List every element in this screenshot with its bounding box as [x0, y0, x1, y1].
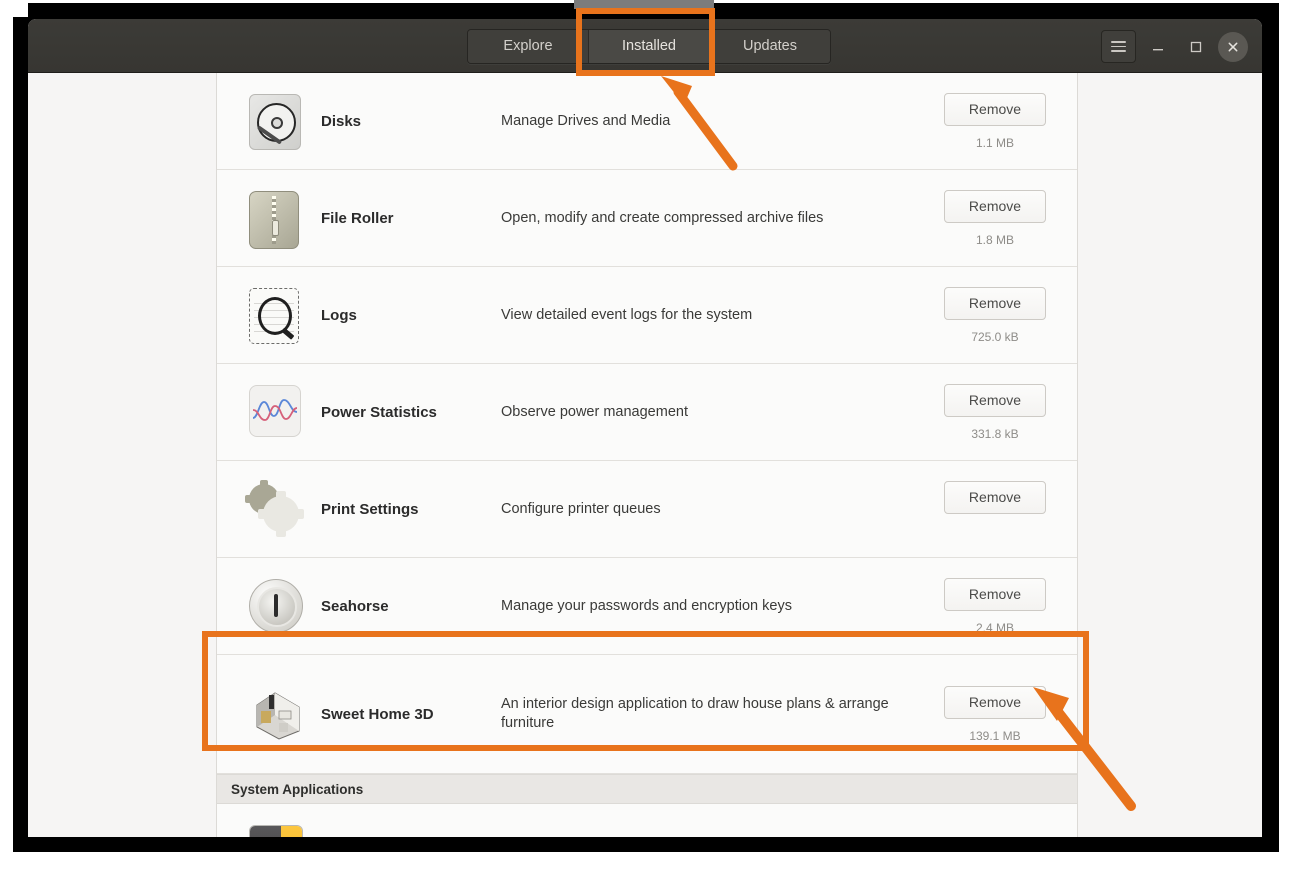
remove-button[interactable]: Remove	[944, 577, 1046, 611]
app-action-cell: Remove 331.8 kB	[925, 383, 1077, 441]
window-controls	[1101, 30, 1248, 63]
minimize-icon[interactable]	[1142, 31, 1174, 63]
table-row[interactable]: Seahorse Manage your passwords and encry…	[217, 558, 1077, 655]
window-header-bar: Explore Installed Updates	[28, 19, 1262, 73]
view-tabs: Explore Installed Updates	[467, 29, 831, 64]
app-name: Seahorse	[321, 597, 389, 615]
app-name: Sweet Home 3D	[321, 705, 434, 723]
app-size: 331.8 kB	[971, 426, 1019, 441]
app-action-cell: Remove 1.1 MB	[925, 92, 1077, 150]
hamburger-bars	[1111, 41, 1126, 52]
app-action-cell: Remove	[925, 480, 1077, 538]
app-size: 725.0 kB	[971, 329, 1019, 344]
tab-explore[interactable]: Explore	[468, 30, 589, 63]
app-description: View detailed event logs for the system	[501, 306, 753, 323]
tab-updates[interactable]: Updates	[710, 30, 830, 63]
app-description: Manage your passwords and encryption key…	[501, 597, 792, 614]
app-size: 2.4 MB	[975, 620, 1014, 635]
minimize-glyph	[1153, 48, 1163, 50]
app-name: Disks	[321, 112, 362, 130]
power-graph-glyph	[252, 399, 298, 421]
software-center-window: Explore Installed Updates Disks Manage D…	[28, 19, 1262, 837]
app-row-sweet-home-3d[interactable]: Sweet Home 3D An interior design applica…	[217, 655, 1077, 774]
app-name: Logs	[321, 306, 357, 324]
sweet-home-3d-icon	[249, 687, 303, 741]
tab-installed[interactable]: Installed	[589, 30, 710, 63]
app-size: 1.8 MB	[975, 232, 1014, 247]
remove-button[interactable]: Remove	[944, 383, 1046, 417]
remove-button[interactable]: Remove	[944, 189, 1046, 223]
print-settings-icon	[245, 480, 304, 537]
remove-button-sweet-home-3d[interactable]: Remove	[944, 685, 1046, 719]
app-description: Open, modify and create compressed archi…	[501, 209, 824, 226]
maximize-glyph	[1190, 41, 1202, 52]
disks-icon	[249, 94, 303, 150]
remove-button[interactable]: Remove	[944, 480, 1046, 514]
remove-button[interactable]: Remove	[944, 286, 1046, 320]
maximize-icon[interactable]	[1180, 31, 1212, 63]
installed-apps-list[interactable]: Disks Manage Drives and Media Remove 1.1…	[216, 73, 1078, 837]
app-description: Manage Drives and Media	[501, 112, 671, 129]
seahorse-icon	[249, 579, 303, 633]
app-name: Print Settings	[321, 500, 419, 518]
table-row[interactable]: File Roller Open, modify and create comp…	[217, 170, 1077, 267]
app-description: Configure printer queues	[501, 500, 661, 517]
table-row[interactable]: +− = Calculator Perform arithmetic, scie…	[217, 804, 1077, 837]
app-size: 139.1 MB	[969, 728, 1021, 743]
app-description: Observe power management	[501, 403, 688, 420]
remove-button[interactable]: Remove	[944, 92, 1046, 126]
table-row[interactable]: Logs View detailed event logs for the sy…	[217, 267, 1077, 364]
section-header-system-applications: System Applications	[217, 774, 1077, 804]
logs-icon	[249, 288, 303, 344]
file-roller-icon	[249, 191, 303, 249]
power-statistics-icon	[249, 385, 303, 439]
app-name: File Roller	[321, 209, 394, 227]
app-action-cell: Remove 1.8 MB	[925, 189, 1077, 247]
calculator-icon: +− =	[249, 825, 303, 837]
background-strip	[574, 0, 714, 9]
app-size: 1.1 MB	[975, 135, 1014, 150]
window-content: Disks Manage Drives and Media Remove 1.1…	[28, 73, 1262, 837]
close-icon[interactable]	[1218, 31, 1248, 62]
close-glyph	[1228, 42, 1238, 51]
app-name: Power Statistics	[321, 403, 437, 421]
sweet-home-glyph	[256, 692, 300, 740]
table-row[interactable]: Power Statistics Observe power managemen…	[217, 364, 1077, 461]
app-description: An interior design application to draw h…	[501, 696, 889, 731]
table-row[interactable]: Disks Manage Drives and Media Remove 1.1…	[217, 73, 1077, 170]
app-action-cell: Remove 139.1 MB	[925, 685, 1077, 743]
table-row[interactable]: Print Settings Configure printer queues …	[217, 461, 1077, 558]
app-action-cell: Remove 725.0 kB	[925, 286, 1077, 344]
app-action-cell: Remove 2.4 MB	[925, 577, 1077, 635]
desktop-backdrop: Explore Installed Updates Disks Manage D…	[0, 0, 1291, 869]
menu-icon[interactable]	[1101, 30, 1136, 63]
